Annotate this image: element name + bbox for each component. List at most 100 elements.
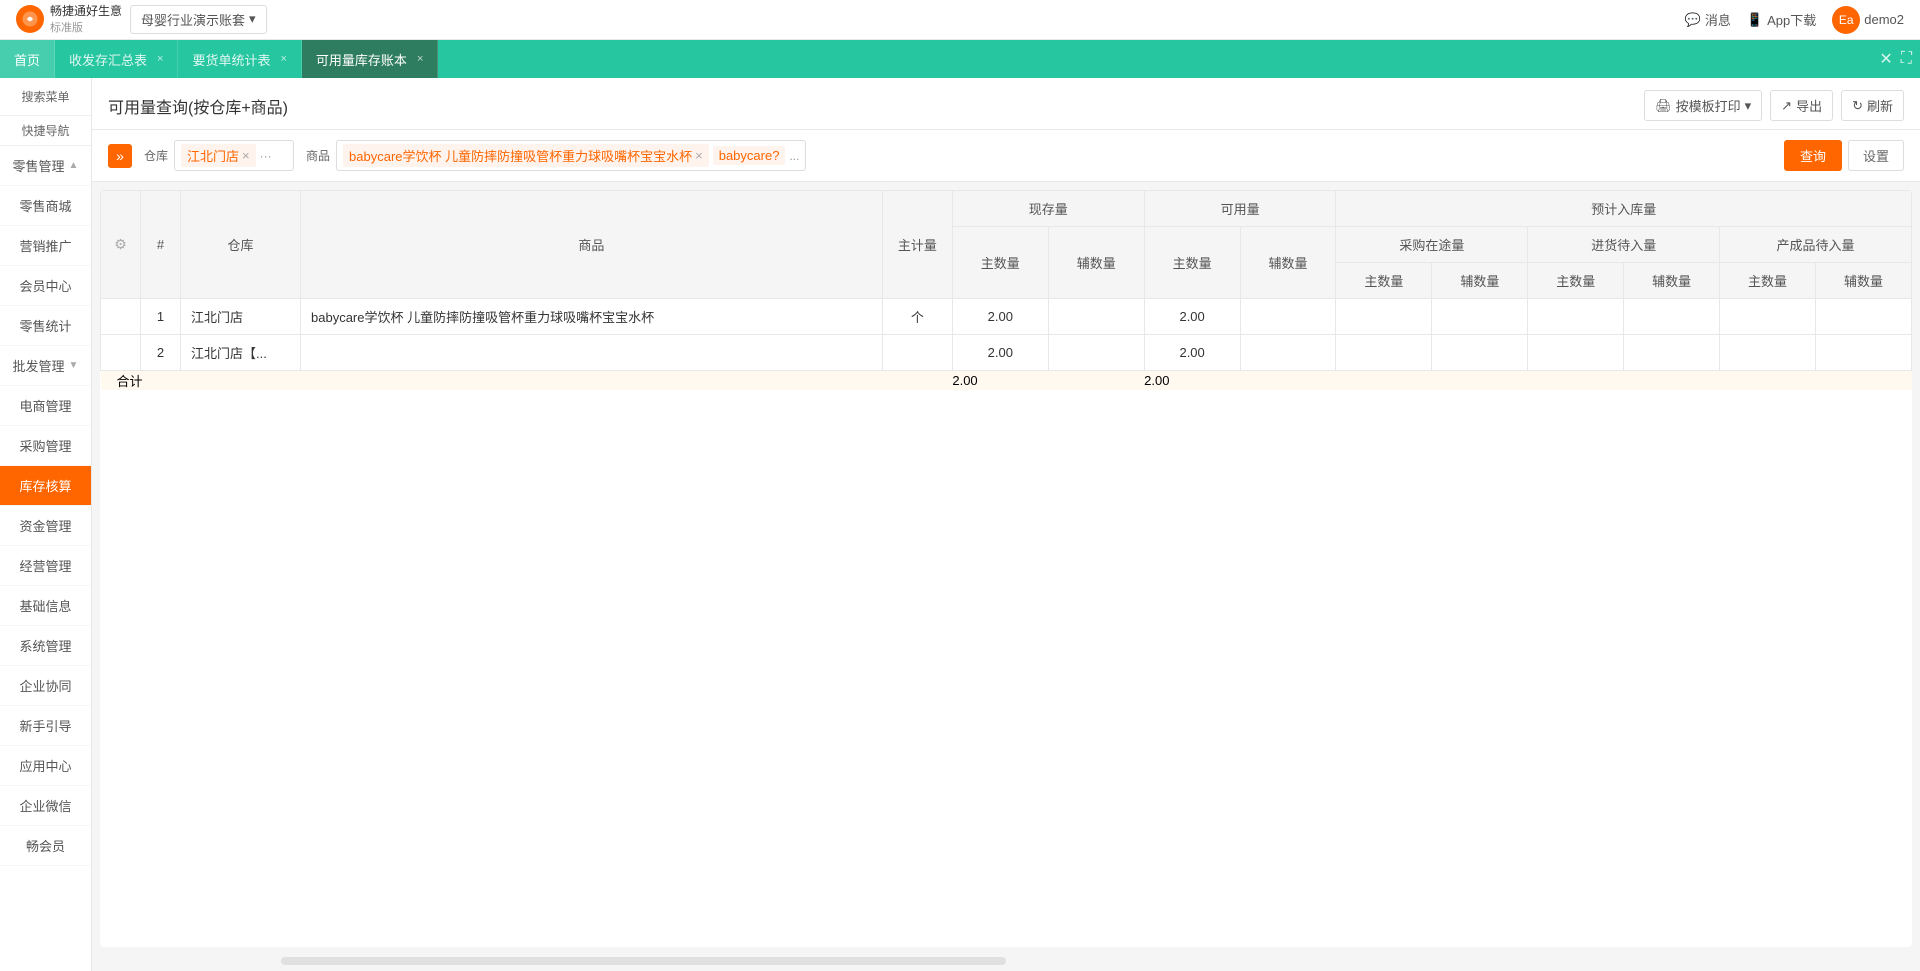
warehouse-tag-0: 江北门店 × (181, 144, 256, 167)
tab-available-stock[interactable]: 可用量库存账本 × (302, 40, 438, 78)
th-main-unit: 主计量 (882, 191, 952, 299)
sidebar-item-finance[interactable]: 资金管理 (0, 506, 91, 546)
close-available-stock-tab[interactable]: × (417, 53, 423, 65)
sidebar-item-retail-mgmt[interactable]: 零售管理 ▲ (0, 146, 91, 186)
sidebar-item-retail-stats[interactable]: 零售统计 (0, 306, 91, 346)
sidebar-purchase-label: 采购管理 (19, 436, 71, 455)
th-purchase-transit-main: 主数量 (1336, 263, 1432, 299)
logo-text: 畅捷通好生意 (50, 4, 122, 18)
warehouse-tag-text: 江北门店 (187, 146, 239, 165)
top-bar-left: 畅捷通好生意 标准版 母婴行业演示账套 ▾ (16, 4, 267, 34)
sidebar-item-enterprise-wx[interactable]: 企业微信 (0, 786, 91, 826)
footer-production-main (1720, 371, 1816, 391)
sidebar-member-label: 畅会员 (26, 836, 65, 855)
cell-production-aux (1816, 299, 1912, 335)
page-header: 可用量查询(按仓库+商品) 🖨 按模板打印 ▾ ↗ 导出 ↻ 刷新 (92, 78, 1920, 130)
sidebar-item-purchase[interactable]: 采购管理 (0, 426, 91, 466)
content-area: 可用量查询(按仓库+商品) 🖨 按模板打印 ▾ ↗ 导出 ↻ 刷新 » (92, 78, 1920, 971)
refresh-icon: ↻ (1852, 98, 1863, 114)
sidebar-item-operations[interactable]: 经营管理 (0, 546, 91, 586)
sidebar-ecommerce-label: 电商管理 (19, 396, 71, 415)
setting-btn[interactable]: 设置 (1848, 140, 1904, 171)
footer-incoming-aux (1624, 371, 1720, 391)
message-icon: 💬 (1685, 12, 1701, 28)
sidebar-member-center-label: 会员中心 (19, 276, 71, 295)
close-order-stat-tab[interactable]: × (280, 53, 286, 65)
product-filter-more[interactable]: ... (789, 149, 799, 163)
cell-incoming-aux (1624, 299, 1720, 335)
close-receivable-tab[interactable]: × (157, 53, 163, 65)
refresh-btn[interactable]: ↻ 刷新 (1841, 90, 1904, 121)
sidebar-item-enterprise[interactable]: 企业协同 (0, 666, 91, 706)
warehouse-filter-label: 仓库 (144, 147, 168, 164)
product-tag-0: babycare学饮杯 儿童防摔防撞吸管杯重力球吸嘴杯宝宝水杯 × (343, 144, 709, 167)
tab-order-stat[interactable]: 要货单统计表 × (178, 40, 301, 78)
expand-nav-icon[interactable]: ⛶ (1901, 50, 1912, 68)
chevron-down-icon: ▾ (249, 11, 256, 27)
sidebar-item-wholesale-mgmt[interactable]: 批发管理 ▼ (0, 346, 91, 386)
sidebar-finance-label: 资金管理 (19, 516, 71, 535)
filter-expand-btn[interactable]: » (108, 144, 132, 168)
sidebar-search[interactable]: 搜索菜单 (0, 78, 91, 116)
close-all-tabs-icon[interactable]: ✕ (1879, 49, 1892, 69)
message-action[interactable]: 💬 消息 (1685, 10, 1731, 29)
warehouse-filter-more[interactable]: ··· (260, 149, 272, 163)
th-incoming-aux: 辅数量 (1624, 263, 1720, 299)
sidebar-item-member[interactable]: 畅会员 (0, 826, 91, 866)
cell-settings[interactable] (101, 335, 141, 371)
sidebar-item-member-center[interactable]: 会员中心 (0, 266, 91, 306)
avatar: Ea (1832, 6, 1860, 34)
th-stock-group: 现存量 (952, 191, 1144, 227)
sidebar-item-system[interactable]: 系统管理 (0, 626, 91, 666)
industry-selector[interactable]: 母婴行业演示账套 ▾ (130, 5, 267, 34)
scrollbar-thumb[interactable] (281, 957, 1006, 965)
sidebar-item-retail-mall[interactable]: 零售商城 (0, 186, 91, 226)
table-area: ⚙ # 仓库 商品 主计量 现存量 可用量 预计入库量 主数量 辅数量 主数量 (100, 190, 1912, 947)
cell-purchase-transit-aux (1432, 335, 1528, 371)
sidebar-item-new-guide[interactable]: 新手引导 (0, 706, 91, 746)
cell-index: 2 (141, 335, 181, 371)
sidebar-retail-stats-label: 零售统计 (19, 316, 71, 335)
cell-unit (882, 335, 952, 371)
th-purchase-transit-group: 采购在途量 (1336, 227, 1528, 263)
th-production-aux: 辅数量 (1816, 263, 1912, 299)
th-settings[interactable]: ⚙ (101, 191, 141, 299)
footer-label: 合计 (101, 371, 953, 391)
sidebar-quick-nav[interactable]: 快捷导航 (0, 116, 91, 146)
settings-icon: ⚙ (114, 236, 127, 252)
logo-texts: 畅捷通好生意 标准版 (50, 4, 122, 34)
sidebar-operations-label: 经营管理 (19, 556, 71, 575)
sidebar: 搜索菜单 快捷导航 零售管理 ▲ 零售商城 营销推广 会员中心 零售统计 批发管… (0, 78, 92, 971)
sidebar-item-marketing[interactable]: 营销推广 (0, 226, 91, 266)
page-actions: 🖨 按模板打印 ▾ ↗ 导出 ↻ 刷新 (1644, 90, 1904, 121)
sidebar-item-inventory[interactable]: 库存核算 (0, 466, 91, 506)
sidebar-item-basics[interactable]: 基础信息 (0, 586, 91, 626)
cell-stock-main: 2.00 (952, 335, 1048, 371)
th-purchase-transit-aux: 辅数量 (1432, 263, 1528, 299)
tab-receivable[interactable]: 收发存汇总表 × (55, 40, 178, 78)
sidebar-basics-label: 基础信息 (19, 596, 71, 615)
cell-available-main: 2.00 (1144, 299, 1240, 335)
query-btn[interactable]: 查询 (1784, 140, 1842, 171)
sidebar-item-ecommerce[interactable]: 电商管理 (0, 386, 91, 426)
product-tag-1: babycare? (713, 146, 786, 165)
logo-icon (16, 5, 44, 33)
cell-product: babycare学饮杯 儿童防摔防撞吸管杯重力球吸嘴杯宝宝水杯 (301, 299, 883, 335)
user-action[interactable]: Ea demo2 (1832, 6, 1904, 34)
th-stock-aux: 辅数量 (1048, 227, 1144, 299)
order-stat-tab-label: 要货单统计表 (192, 50, 270, 69)
product-filter-tags[interactable]: babycare学饮杯 儿童防摔防撞吸管杯重力球吸嘴杯宝宝水杯 × babyca… (336, 140, 806, 171)
cell-settings[interactable] (101, 299, 141, 335)
cell-production-aux (1816, 335, 1912, 371)
cell-incoming-main (1528, 299, 1624, 335)
tab-home[interactable]: 首页 (0, 40, 55, 78)
product-tag-text-0: babycare学饮杯 儿童防摔防撞吸管杯重力球吸嘴杯宝宝水杯 (349, 146, 692, 165)
app-download-action[interactable]: 📱 App下载 (1747, 10, 1816, 29)
warehouse-tag-close[interactable]: × (242, 148, 250, 163)
product-tag-close-0[interactable]: × (695, 148, 703, 163)
template-print-btn[interactable]: 🖨 按模板打印 ▾ (1644, 90, 1762, 121)
export-btn[interactable]: ↗ 导出 (1770, 90, 1833, 121)
warehouse-filter-tags[interactable]: 江北门店 × ··· (174, 140, 294, 171)
sidebar-item-app-center[interactable]: 应用中心 (0, 746, 91, 786)
export-icon: ↗ (1781, 98, 1792, 114)
